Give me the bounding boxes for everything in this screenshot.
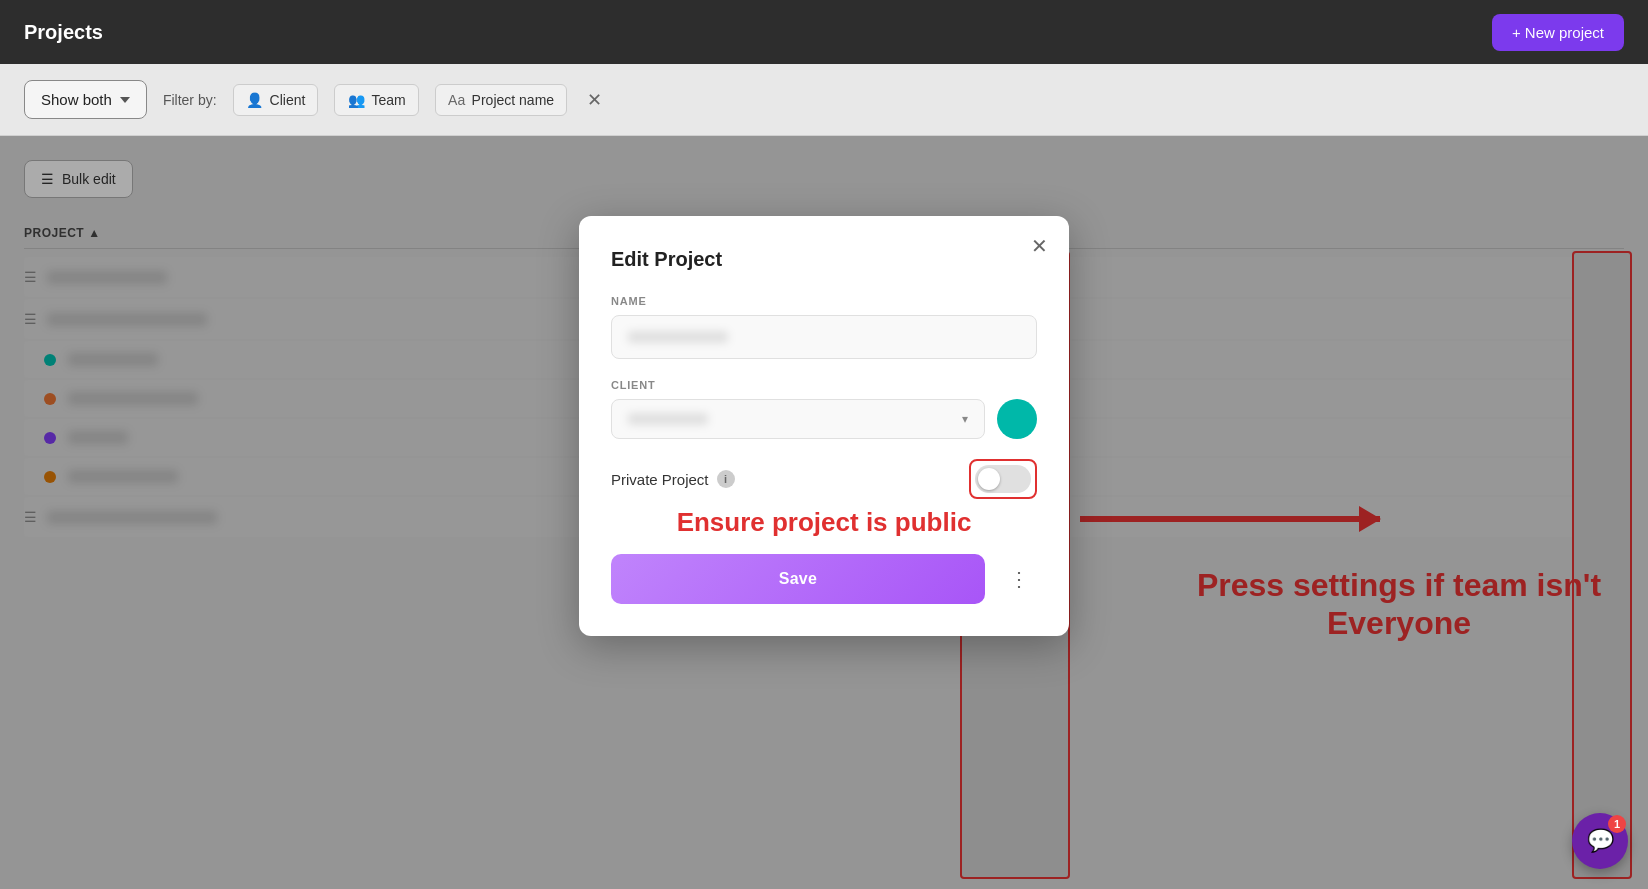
filter-chip-team[interactable]: 👥 Team	[334, 84, 418, 116]
team-chip-label: Team	[371, 92, 405, 108]
chevron-down-icon: ▾	[962, 412, 968, 426]
chat-widget[interactable]: 💬 1	[1572, 813, 1628, 869]
chat-badge: 1	[1608, 815, 1626, 833]
group-icon: 👥	[347, 91, 365, 109]
text-icon: Aa	[448, 91, 466, 109]
more-options-button[interactable]: ⋮	[1001, 559, 1037, 599]
modal-overlay: ✕ Edit Project NAME CLIENT ▾ Private Pro…	[0, 136, 1648, 889]
name-input[interactable]	[611, 315, 1037, 359]
client-chip-label: Client	[270, 92, 306, 108]
new-project-button[interactable]: + New project	[1492, 14, 1624, 51]
modal-annotation-text: Ensure project is public	[611, 507, 1037, 538]
filter-by-label: Filter by:	[163, 92, 217, 108]
show-both-button[interactable]: Show both	[24, 80, 147, 119]
name-value-blurred	[628, 331, 728, 343]
client-row: ▾	[611, 399, 1037, 439]
private-project-label: Private Project i	[611, 470, 735, 488]
modal-close-button[interactable]: ✕	[1025, 232, 1053, 260]
private-project-row: Private Project i	[611, 459, 1037, 499]
page-title: Projects	[24, 21, 103, 44]
toggle-thumb	[978, 468, 1000, 490]
main-content: ☰ Bulk edit PROJECT ▲ TEAM ☰ ☰	[0, 136, 1648, 889]
client-select-value	[628, 413, 708, 425]
info-icon: i	[717, 470, 735, 488]
save-button[interactable]: Save	[611, 554, 985, 604]
person-icon: 👤	[246, 91, 264, 109]
show-both-dropdown-arrow	[120, 97, 130, 103]
save-row: Save ⋮	[611, 554, 1037, 604]
filter-chip-project-name[interactable]: Aa Project name	[435, 84, 567, 116]
client-field-label: CLIENT	[611, 379, 1037, 391]
edit-project-modal: ✕ Edit Project NAME CLIENT ▾ Private Pro…	[579, 216, 1069, 636]
top-bar: Projects + New project	[0, 0, 1648, 64]
private-project-toggle-container	[969, 459, 1037, 499]
project-name-chip-label: Project name	[472, 92, 554, 108]
chat-icon: 💬	[1587, 828, 1614, 854]
filter-bar: Show both Filter by: 👤 Client 👥 Team Aa …	[0, 64, 1648, 136]
client-avatar	[997, 399, 1037, 439]
client-select[interactable]: ▾	[611, 399, 985, 439]
filter-chip-client[interactable]: 👤 Client	[233, 84, 319, 116]
show-both-label: Show both	[41, 91, 112, 108]
clear-filters-button[interactable]: ✕	[583, 85, 606, 115]
private-project-toggle[interactable]	[975, 465, 1031, 493]
name-field-label: NAME	[611, 295, 1037, 307]
modal-title: Edit Project	[611, 248, 1037, 271]
